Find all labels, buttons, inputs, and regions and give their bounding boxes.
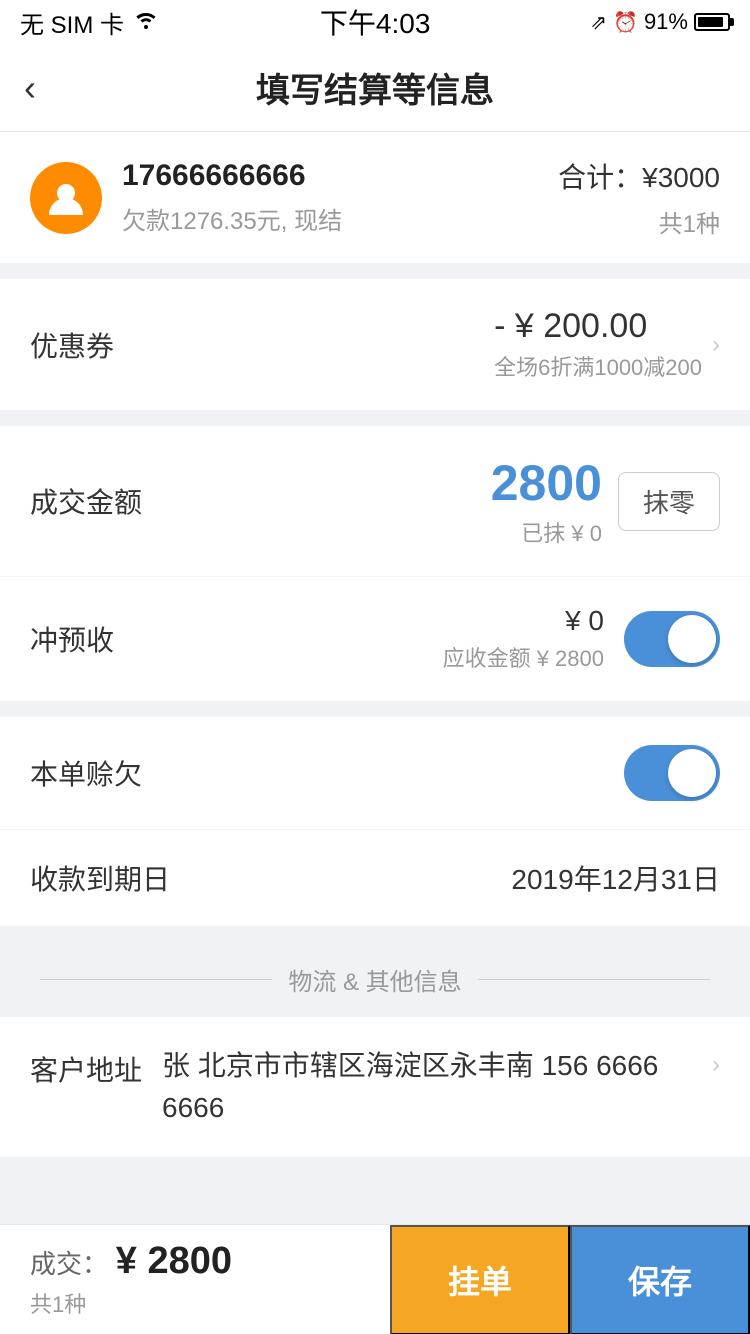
divider-line-right xyxy=(478,979,710,980)
prepay-sub: 应收金额 ¥ 2800 xyxy=(443,641,604,673)
deal-amount-sub: 已抹 ¥ 0 xyxy=(491,516,602,548)
deal-amount-label: 成交金额 xyxy=(30,481,142,521)
prepay-label: 冲预收 xyxy=(30,619,114,659)
due-date-row: 收款到期日 2019年12月31日 xyxy=(0,830,750,926)
avatar xyxy=(30,162,102,234)
carrier-text: 无 SIM 卡 xyxy=(20,5,124,40)
user-total: 合计：¥3000 xyxy=(558,156,720,196)
user-right: 合计：¥3000 共1种 xyxy=(558,156,720,239)
wifi-icon xyxy=(132,8,160,36)
battery-percent: 91% xyxy=(644,9,688,35)
coupon-amount: - ¥ 200.00 xyxy=(494,307,702,346)
battery-icon xyxy=(694,13,730,31)
bottom-amount: ¥ 2800 xyxy=(116,1240,232,1282)
battery-fill xyxy=(698,17,723,27)
page-title: 填写结算等信息 xyxy=(256,63,494,112)
back-button[interactable]: ‹ xyxy=(24,67,36,109)
debt-row: 本单赊欠 xyxy=(0,717,750,830)
due-date-label: 收款到期日 xyxy=(30,858,170,898)
address-label: 客户地址 xyxy=(30,1045,142,1089)
alarm-icon: ⏰ xyxy=(613,10,638,35)
deal-amount-value: 2800 xyxy=(491,454,602,512)
address-section: 客户地址 张 北京市市辖区海淀区永丰南 156 6666 6666 › xyxy=(0,1017,750,1157)
location-icon: ⇗ xyxy=(590,10,607,35)
user-info: 17666666666 欠款1276.35元, 现结 xyxy=(122,159,342,236)
bottom-bar: 成交： ¥ 2800 共1种 挂单 保存 xyxy=(0,1224,750,1334)
status-bar: 无 SIM 卡 下午4:03 ⇗ ⏰ 91% xyxy=(0,0,750,44)
user-card: 17666666666 欠款1276.35元, 现结 合计：¥3000 共1种 xyxy=(0,132,750,263)
section-divider: 物流 & 其他信息 xyxy=(0,942,750,1017)
prepay-right: ¥ 0 应收金额 ¥ 2800 xyxy=(443,605,720,673)
deal-amount-row: 成交金额 2800 已抹 ¥ 0 抹零 xyxy=(0,426,750,577)
debt-section: 本单赊欠 收款到期日 2019年12月31日 xyxy=(0,717,750,926)
status-time: 下午4:03 xyxy=(320,2,431,42)
coupon-info: - ¥ 200.00 全场6折满1000减200 xyxy=(494,307,702,382)
round-zero-button[interactable]: 抹零 xyxy=(618,472,720,531)
debt-toggle[interactable] xyxy=(624,745,720,801)
coupon-label: 优惠券 xyxy=(30,325,114,365)
user-sub-text: 欠款1276.35元, 现结 xyxy=(122,201,342,236)
coupon-chevron-icon: › xyxy=(712,331,720,359)
prepay-wrapper: ¥ 0 应收金额 ¥ 2800 xyxy=(443,605,604,673)
divider-text: 物流 & 其他信息 xyxy=(288,962,461,997)
address-chevron-icon: › xyxy=(712,1051,720,1079)
prepay-toggle[interactable] xyxy=(624,611,720,667)
bottom-info: 成交： ¥ 2800 共1种 xyxy=(0,1240,390,1319)
address-row[interactable]: 客户地址 张 北京市市辖区海淀区永丰南 156 6666 6666 › xyxy=(0,1017,750,1157)
deal-amount-right: 2800 已抹 ¥ 0 抹零 xyxy=(491,454,720,548)
prepay-amount: ¥ 0 xyxy=(443,605,604,637)
address-value: 张 北京市市辖区海淀区永丰南 156 6666 6666 xyxy=(162,1045,712,1129)
status-left: 无 SIM 卡 xyxy=(20,5,160,40)
debt-label: 本单赊欠 xyxy=(30,753,142,793)
deal-amount-section: 成交金额 2800 已抹 ¥ 0 抹零 冲预收 ¥ 0 应收金额 ¥ 2800 xyxy=(0,426,750,701)
divider-line-left xyxy=(40,979,272,980)
bottom-deal-row: 成交： ¥ 2800 xyxy=(30,1240,360,1283)
prepay-row: 冲预收 ¥ 0 应收金额 ¥ 2800 xyxy=(0,577,750,701)
amount-wrapper: 2800 已抹 ¥ 0 xyxy=(491,454,602,548)
save-button[interactable]: 保存 xyxy=(570,1225,750,1334)
status-right: ⇗ ⏰ 91% xyxy=(590,9,730,35)
user-left: 17666666666 欠款1276.35元, 现结 xyxy=(30,159,342,236)
content: 17666666666 欠款1276.35元, 现结 合计：¥3000 共1种 … xyxy=(0,132,750,1293)
user-count: 共1种 xyxy=(558,204,720,239)
nav-bar: ‹ 填写结算等信息 xyxy=(0,44,750,132)
coupon-desc: 全场6折满1000减200 xyxy=(494,350,702,382)
bottom-count: 共1种 xyxy=(30,1287,360,1319)
due-date-value: 2019年12月31日 xyxy=(511,858,720,898)
user-phone: 17666666666 xyxy=(122,159,342,193)
coupon-row[interactable]: 优惠券 - ¥ 200.00 全场6折满1000减200 › xyxy=(0,279,750,410)
hang-order-button[interactable]: 挂单 xyxy=(390,1225,570,1334)
bottom-deal-label: 成交： xyxy=(30,1249,108,1279)
coupon-right: - ¥ 200.00 全场6折满1000减200 › xyxy=(494,307,720,382)
